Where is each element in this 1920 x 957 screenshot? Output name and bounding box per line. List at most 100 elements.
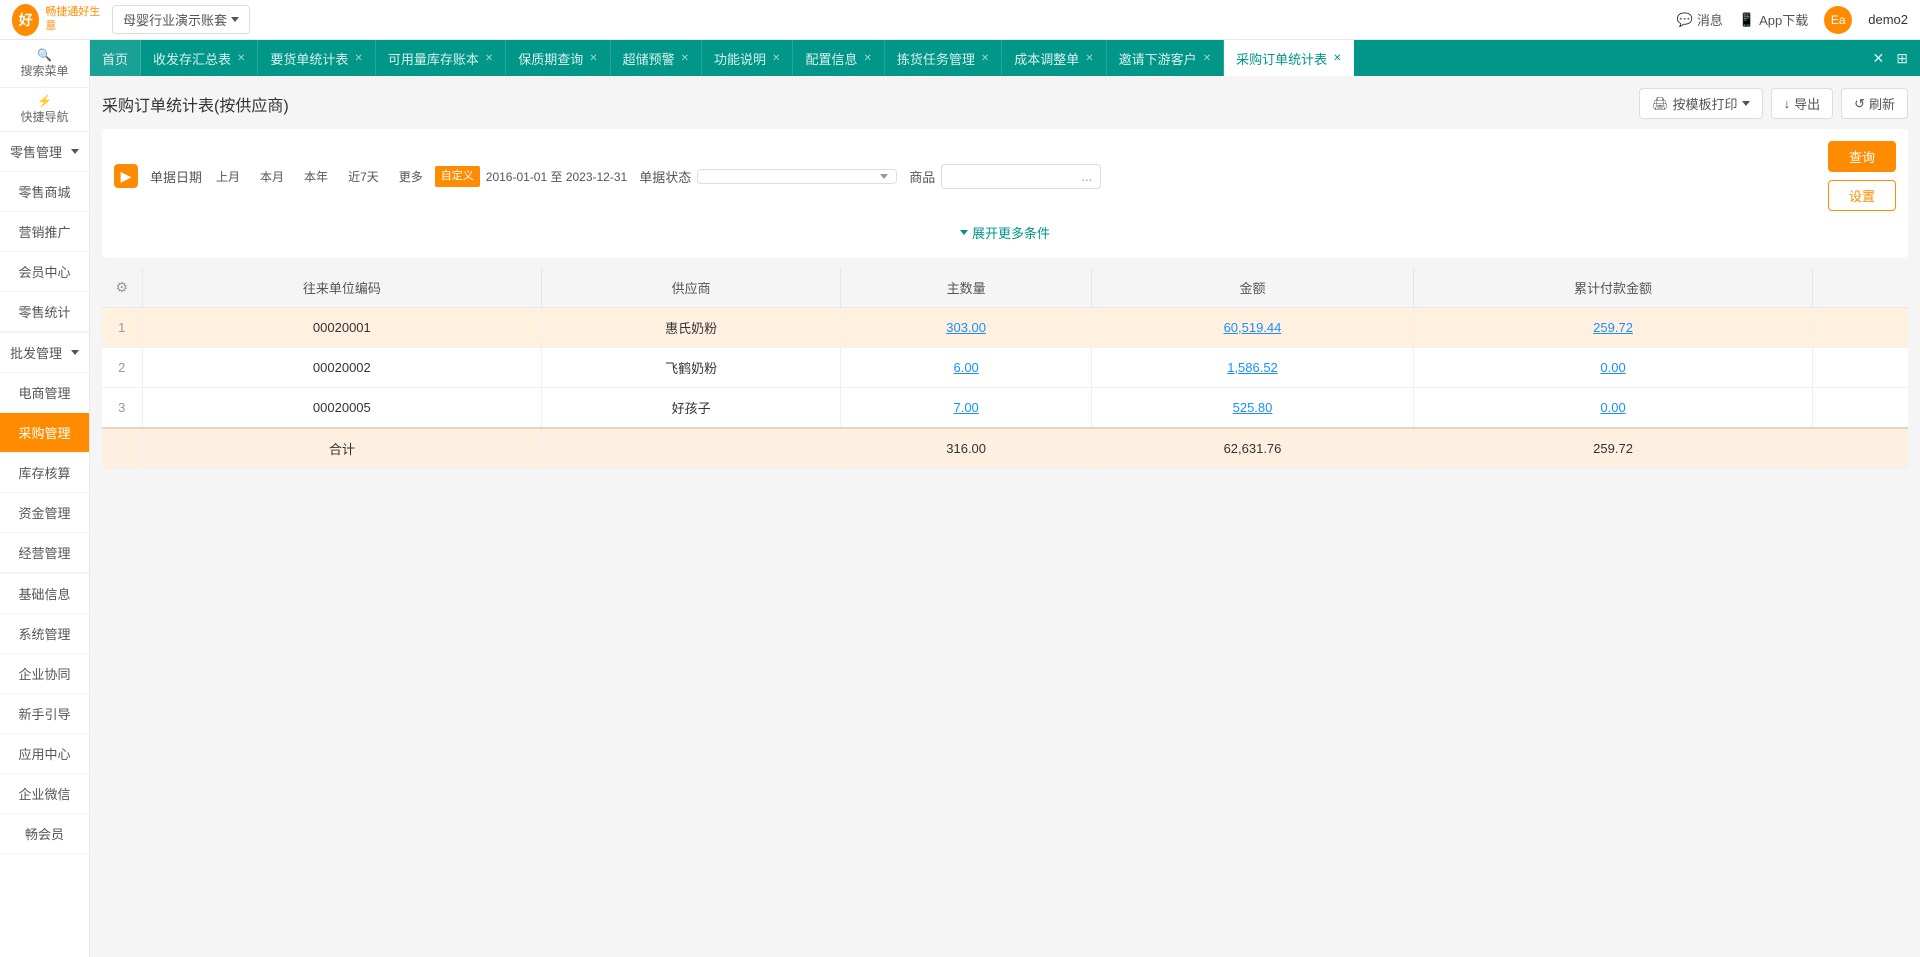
goods-input[interactable]: ... bbox=[941, 164, 1101, 189]
filter-toggle-btn[interactable]: ▶ bbox=[114, 164, 138, 188]
expand-more-btn[interactable]: 展开更多条件 bbox=[114, 219, 1896, 246]
tab-close-overstock[interactable]: ✕ bbox=[681, 53, 689, 64]
goods-dots[interactable]: ... bbox=[1081, 169, 1092, 184]
tab-recv-summary[interactable]: 收发存汇总表 ✕ bbox=[141, 40, 258, 76]
tab-invite-downstream[interactable]: 邀请下游客户 ✕ bbox=[1107, 40, 1224, 76]
shortcut-last-month[interactable]: 上月 bbox=[208, 166, 248, 187]
sidebar: 🔍 搜索菜单 ⚡ 快捷导航 零售管理 零售商城 营销推广 会员中心 零售统计 bbox=[0, 40, 90, 957]
sidebar-item-wechat[interactable]: 企业微信 bbox=[0, 774, 89, 814]
date-range: 2016-01-01 至 2023-12-31 bbox=[486, 168, 627, 185]
table-row[interactable]: 1 00020001 惠氏奶粉 303.00 60,519.44 259.72 bbox=[102, 308, 1908, 348]
sidebar-search[interactable]: 🔍 搜索菜单 bbox=[0, 40, 89, 88]
sidebar-item-enterprise[interactable]: 企业协同 bbox=[0, 654, 89, 694]
tab-order-summary[interactable]: 要货单统计表 ✕ bbox=[258, 40, 375, 76]
sidebar-item-purchase[interactable]: 采购管理 bbox=[0, 413, 89, 453]
query-btn[interactable]: 查询 bbox=[1828, 141, 1896, 172]
row-amount[interactable]: 525.80 bbox=[1092, 388, 1413, 429]
tab-close-purchase-order-stats[interactable]: ✕ bbox=[1333, 53, 1341, 64]
status-filter-group: 单据状态 bbox=[639, 167, 897, 186]
row-code: 00020001 bbox=[142, 308, 542, 348]
sidebar-item-marketing[interactable]: 营销推广 bbox=[0, 212, 89, 252]
tab-close-all-btn[interactable]: ✕ bbox=[1869, 48, 1889, 69]
row-amount[interactable]: 60,519.44 bbox=[1092, 308, 1413, 348]
row-paid[interactable]: 0.00 bbox=[1413, 348, 1813, 388]
table-footer-row: 合计 316.00 62,631.76 259.72 bbox=[102, 428, 1908, 469]
sidebar-item-system[interactable]: 系统管理 bbox=[0, 614, 89, 654]
date-label: 单据日期 bbox=[150, 167, 202, 186]
tab-config[interactable]: 配置信息 ✕ bbox=[793, 40, 884, 76]
table-body: 1 00020001 惠氏奶粉 303.00 60,519.44 259.72 … bbox=[102, 308, 1908, 429]
sidebar-item-inventory[interactable]: 库存核算 bbox=[0, 453, 89, 493]
col-settings[interactable]: ⚙ bbox=[102, 268, 142, 308]
shortcut-last-7days[interactable]: 近7天 bbox=[340, 166, 387, 187]
tab-pick-task[interactable]: 拣货任务管理 ✕ bbox=[885, 40, 1002, 76]
shortcut-this-year[interactable]: 本年 bbox=[296, 166, 336, 187]
print-btn[interactable]: 🖨 按模板打印 bbox=[1639, 88, 1763, 119]
sidebar-item-operations[interactable]: 经营管理 bbox=[0, 533, 89, 573]
tab-close-warranty[interactable]: ✕ bbox=[589, 53, 597, 64]
row-quantity[interactable]: 303.00 bbox=[841, 308, 1092, 348]
sidebar-item-retail[interactable]: 零售管理 bbox=[0, 132, 89, 172]
table-row[interactable]: 3 00020005 好孩子 7.00 525.80 0.00 bbox=[102, 388, 1908, 429]
tab-cost-adjust[interactable]: 成本调整单 ✕ bbox=[1002, 40, 1106, 76]
app-download-btn[interactable]: 📱 App下载 bbox=[1739, 10, 1808, 29]
sidebar-item-wholesale[interactable]: 批发管理 bbox=[0, 333, 89, 373]
user-name[interactable]: demo2 bbox=[1868, 12, 1908, 27]
tab-close-order-summary[interactable]: ✕ bbox=[354, 53, 362, 64]
row-extra bbox=[1813, 388, 1908, 429]
sidebar-item-ecommerce[interactable]: 电商管理 bbox=[0, 373, 89, 413]
sidebar-item-appstore[interactable]: 应用中心 bbox=[0, 734, 89, 774]
shortcut-this-month[interactable]: 本月 bbox=[252, 166, 292, 187]
row-paid[interactable]: 0.00 bbox=[1413, 388, 1813, 429]
sidebar-item-member2[interactable]: 畅会员 bbox=[0, 814, 89, 854]
row-paid[interactable]: 259.72 bbox=[1413, 308, 1813, 348]
tab-overstock[interactable]: 超储预警 ✕ bbox=[611, 40, 702, 76]
table-row[interactable]: 2 00020002 飞鹤奶粉 6.00 1,586.52 0.00 bbox=[102, 348, 1908, 388]
settings-icon[interactable]: ⚙ bbox=[115, 279, 128, 295]
message-btn[interactable]: 💬 消息 bbox=[1677, 10, 1723, 29]
row-quantity[interactable]: 7.00 bbox=[841, 388, 1092, 429]
sidebar-item-member[interactable]: 会员中心 bbox=[0, 252, 89, 292]
expand-label: 展开更多条件 bbox=[972, 223, 1050, 242]
sidebar-item-retail-stats[interactable]: 零售统计 bbox=[0, 292, 89, 332]
col-amount: 金额 bbox=[1092, 268, 1413, 308]
sidebar-item-retail-store[interactable]: 零售商城 bbox=[0, 172, 89, 212]
tab-close-invite-downstream[interactable]: ✕ bbox=[1203, 53, 1211, 64]
tab-close-pick-task[interactable]: ✕ bbox=[981, 53, 989, 64]
sidebar-item-guide[interactable]: 新手引导 bbox=[0, 694, 89, 734]
status-select[interactable] bbox=[697, 169, 897, 184]
tab-purchase-order-stats[interactable]: 采购订单统计表 ✕ bbox=[1224, 40, 1354, 76]
sidebar-item-finance[interactable]: 资金管理 bbox=[0, 493, 89, 533]
print-chevron bbox=[1742, 101, 1750, 106]
export-btn[interactable]: ↓ 导出 bbox=[1771, 88, 1834, 119]
sidebar-item-basic[interactable]: 基础信息 bbox=[0, 574, 89, 614]
custom-badge[interactable]: 自定义 bbox=[435, 166, 480, 187]
tab-close-cost-adjust[interactable]: ✕ bbox=[1085, 53, 1093, 64]
row-extra bbox=[1813, 348, 1908, 388]
tab-close-config[interactable]: ✕ bbox=[863, 53, 871, 64]
row-supplier: 惠氏奶粉 bbox=[542, 308, 841, 348]
export-label: 导出 bbox=[1794, 94, 1820, 113]
sidebar-quick-nav[interactable]: ⚡ 快捷导航 bbox=[0, 88, 89, 132]
page-title: 采购订单统计表(按供应商) bbox=[102, 92, 289, 116]
tab-home[interactable]: 首页 bbox=[90, 40, 141, 76]
tab-close-stock-ledger[interactable]: ✕ bbox=[485, 53, 493, 64]
workspace-selector[interactable]: 母婴行业演示账套 bbox=[112, 5, 250, 34]
shortcut-more[interactable]: 更多 bbox=[391, 166, 431, 187]
tab-warranty[interactable]: 保质期查询 ✕ bbox=[506, 40, 610, 76]
tab-stock-ledger[interactable]: 可用量库存账本 ✕ bbox=[376, 40, 506, 76]
main-layout: 🔍 搜索菜单 ⚡ 快捷导航 零售管理 零售商城 营销推广 会员中心 零售统计 bbox=[0, 40, 1920, 957]
footer-empty-2 bbox=[542, 428, 841, 469]
row-amount[interactable]: 1,586.52 bbox=[1092, 348, 1413, 388]
avatar[interactable]: Ea bbox=[1824, 6, 1852, 34]
tab-close-recv-summary[interactable]: ✕ bbox=[237, 53, 245, 64]
refresh-icon: ↺ bbox=[1854, 96, 1865, 112]
tab-expand-btn[interactable]: ⊞ bbox=[1892, 48, 1912, 69]
settings-btn[interactable]: 设置 bbox=[1828, 180, 1896, 211]
tab-function-desc[interactable]: 功能说明 ✕ bbox=[702, 40, 793, 76]
refresh-btn[interactable]: ↺ 刷新 bbox=[1841, 88, 1908, 119]
tab-bar-actions: ✕ ⊞ bbox=[1861, 48, 1920, 69]
tab-close-function-desc[interactable]: ✕ bbox=[772, 53, 780, 64]
footer-empty-1 bbox=[102, 428, 142, 469]
row-quantity[interactable]: 6.00 bbox=[841, 348, 1092, 388]
